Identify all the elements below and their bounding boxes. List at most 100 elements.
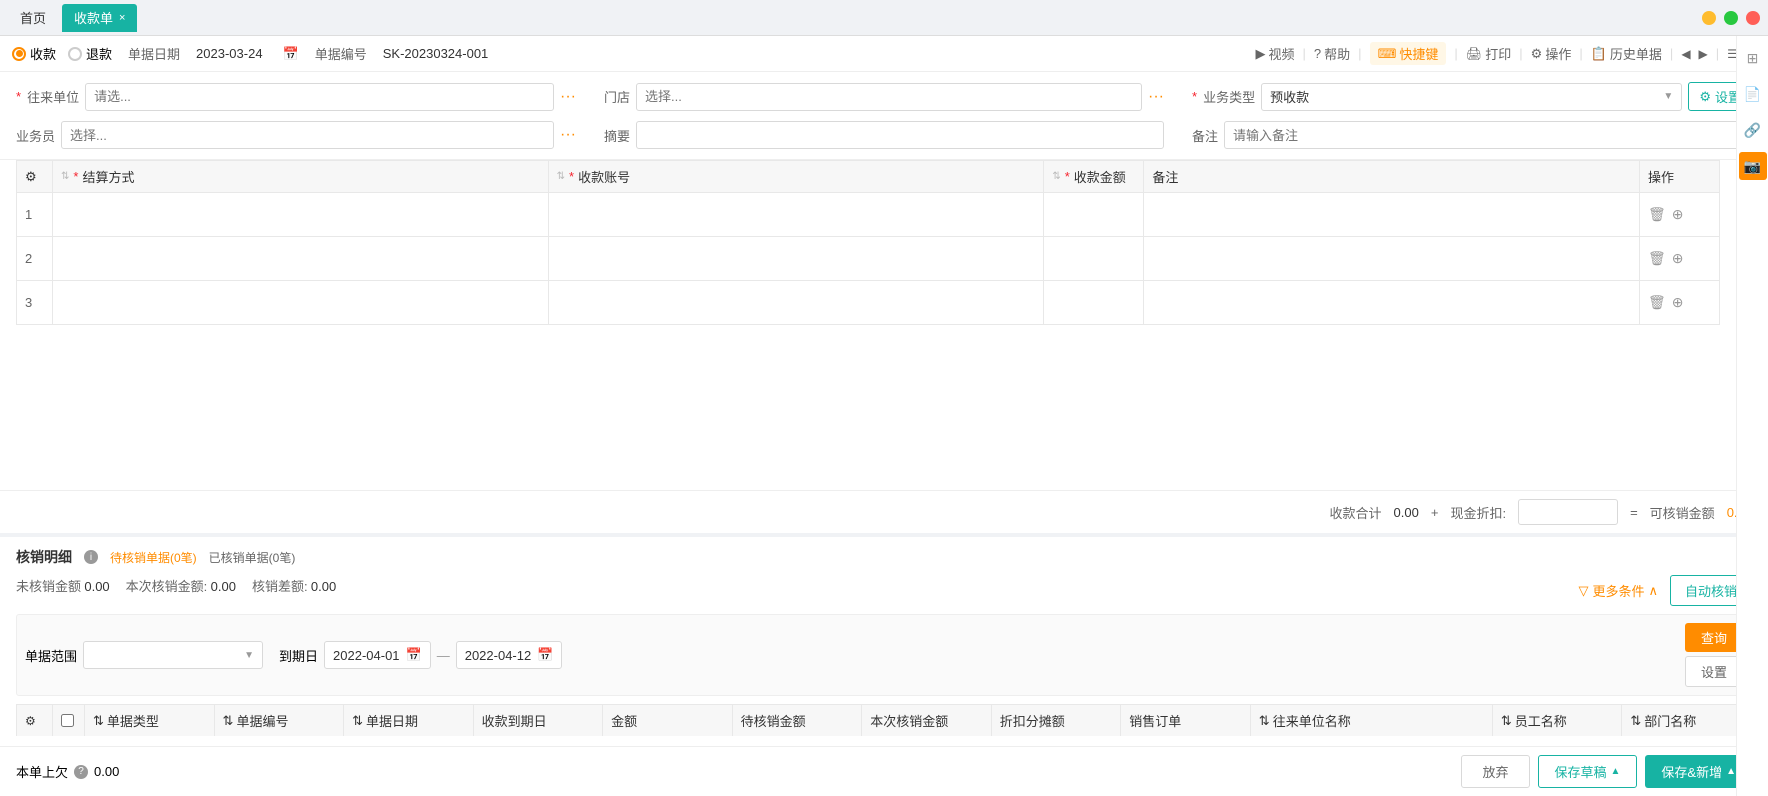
delete-icon-1[interactable]: 🗑	[1648, 206, 1666, 223]
print-link[interactable]: 🖨 打印	[1466, 44, 1512, 63]
table-row: 3 🗑 ⊕	[17, 281, 1720, 325]
account-input-3[interactable]	[549, 281, 1044, 324]
filter-settings-button[interactable]: 设置	[1685, 656, 1743, 687]
select-all-checkbox[interactable]	[61, 714, 74, 727]
col-note: 备注	[1144, 161, 1640, 193]
help-link[interactable]: ? 帮助	[1314, 44, 1350, 63]
writeoff-stats: 未核销金额 0.00 本次核销金额: 0.00 核销差额: 0.00	[16, 576, 336, 595]
date-to-input[interactable]: 2022-04-12 📅	[456, 641, 563, 669]
radio-refund[interactable]: 退款	[68, 44, 112, 63]
carry-over-info-icon[interactable]: ?	[74, 765, 88, 779]
sort-date-icon: ⇅	[352, 713, 363, 729]
col-ops: 操作	[1640, 161, 1720, 193]
account-input-2[interactable]	[549, 237, 1044, 280]
col-gear[interactable]: ⚙	[17, 161, 53, 193]
account-input-1[interactable]	[549, 193, 1044, 236]
store-input[interactable]	[636, 83, 1142, 111]
note-input-2[interactable]	[1144, 237, 1639, 280]
form-row-2: 业务员 ··· 摘要 备注	[16, 121, 1752, 149]
sidebar-camera-icon[interactable]: 📷	[1739, 152, 1767, 180]
info-icon[interactable]: i	[84, 550, 98, 564]
settlement-input-3[interactable]	[53, 281, 548, 324]
sidebar-doc-icon[interactable]: 📄	[1739, 80, 1767, 108]
current-stat: 本次核销金额: 0.00	[126, 576, 236, 595]
store-label: 门店	[604, 87, 630, 106]
wt-col-check[interactable]	[53, 705, 85, 736]
sidebar-table-icon[interactable]: ⊞	[1739, 44, 1767, 72]
due-date-filter: 到期日 2022-04-01 📅 — 2022-04-12 📅	[279, 641, 562, 669]
salesperson-field: 业务员 ···	[16, 121, 576, 149]
minimize-button[interactable]	[1702, 11, 1716, 25]
amount-input-2[interactable]	[1044, 237, 1143, 280]
close-button[interactable]	[1746, 11, 1760, 25]
note-input-3[interactable]	[1144, 281, 1639, 324]
sort-type-icon: ⇅	[93, 713, 104, 729]
settlement-input-2[interactable]	[53, 237, 548, 280]
help-icon: ?	[1314, 46, 1321, 61]
wt-col-employee: ⇅ 员工名称	[1493, 705, 1623, 736]
store-more-icon[interactable]: ···	[1148, 88, 1164, 106]
wt-col-no: ⇅ 单据编号	[215, 705, 345, 736]
sort-no-icon: ⇅	[223, 713, 234, 729]
delete-icon-2[interactable]: 🗑	[1648, 250, 1666, 267]
nav-prev[interactable]: ◀	[1681, 47, 1690, 61]
amount-input-1[interactable]	[1044, 193, 1143, 236]
wt-col-gear[interactable]: ⚙	[17, 705, 53, 736]
done-tab[interactable]: 已核销单据(0笔)	[209, 549, 296, 566]
total-row: 收款合计 0.00 + 现金折扣: = 可核销金额 0.00	[0, 490, 1768, 533]
video-link[interactable]: ▶ 视频	[1256, 44, 1295, 63]
shortcut-link[interactable]: ⌨ 快捷键	[1370, 42, 1447, 65]
unverified-stat: 未核销金额 0.00	[16, 576, 110, 595]
writeoff-filter: 单据范围 ▼ 到期日 2022-04-01 📅 — 2022-04-12 �	[16, 614, 1752, 696]
radio-receipt[interactable]: 收款	[12, 44, 56, 63]
range-select[interactable]: ▼	[83, 641, 263, 669]
tab-receipt[interactable]: 收款单 ×	[62, 4, 137, 32]
copy-icon-2[interactable]: ⊕	[1672, 250, 1684, 267]
business-type-label: 业务类型	[1203, 87, 1255, 106]
delete-icon-3[interactable]: 🗑	[1648, 294, 1666, 311]
sidebar-link-icon[interactable]: 🔗	[1739, 116, 1767, 144]
salesperson-input[interactable]	[61, 121, 554, 149]
ops-icon: ⚙	[1531, 46, 1543, 62]
calendar-from-icon: 📅	[406, 647, 422, 663]
settlement-input-1[interactable]	[53, 193, 548, 236]
filter-actions: 查询 设置	[1685, 623, 1743, 687]
calendar-icon[interactable]: 📅	[283, 46, 299, 62]
window-controls	[1702, 11, 1760, 25]
note-input[interactable]	[1224, 121, 1752, 149]
query-button[interactable]: 查询	[1685, 623, 1743, 652]
discount-label: 现金折扣:	[1450, 503, 1506, 522]
date-from-input[interactable]: 2022-04-01 📅	[324, 641, 431, 669]
more-conditions-link[interactable]: ▽ 更多条件 ∧	[1578, 581, 1658, 600]
video-icon: ▶	[1256, 46, 1266, 62]
wt-col-pending: 待核销金额	[733, 705, 863, 736]
tab-home[interactable]: 首页	[8, 4, 58, 32]
carry-over-label: 本单上欠	[16, 762, 68, 781]
abandon-button[interactable]: 放弃	[1461, 755, 1529, 788]
discount-input[interactable]	[1518, 499, 1618, 525]
business-type-value: 预收款	[1270, 87, 1309, 106]
nav-next[interactable]: ▶	[1699, 47, 1708, 61]
salesperson-more-icon[interactable]: ···	[560, 126, 576, 144]
tab-close-icon[interactable]: ×	[119, 12, 125, 24]
row-num: 1	[17, 207, 40, 222]
maximize-button[interactable]	[1724, 11, 1738, 25]
pending-tab[interactable]: 待核销单据(0笔)	[110, 549, 197, 566]
counterparty-input[interactable]	[85, 83, 554, 111]
counterparty-more-icon[interactable]: ···	[560, 88, 576, 106]
amount-input-3[interactable]	[1044, 281, 1143, 324]
copy-icon-1[interactable]: ⊕	[1672, 206, 1684, 223]
history-icon: 📋	[1591, 46, 1607, 62]
sort-emp-icon: ⇅	[1501, 713, 1512, 729]
summary-input[interactable]	[636, 121, 1164, 149]
wt-col-type: ⇅ 单据类型	[85, 705, 215, 736]
ops-link[interactable]: ⚙ 操作	[1531, 44, 1572, 63]
copy-icon-3[interactable]: ⊕	[1672, 294, 1684, 311]
history-link[interactable]: 📋 历史单据	[1591, 44, 1662, 63]
business-type-select[interactable]: 预收款 ▼	[1261, 83, 1682, 111]
writeoff-table-header: ⚙ ⇅ 单据类型 ⇅ 单据编号 ⇅ 单据日期 收款到期日 金额	[16, 704, 1752, 736]
save-draft-button[interactable]: 保存草稿 ▲	[1538, 755, 1638, 788]
note-input-1[interactable]	[1144, 193, 1639, 236]
table-row: 2 🗑 ⊕	[17, 237, 1720, 281]
col-amount: ⇅ * 收款金额	[1044, 161, 1144, 193]
